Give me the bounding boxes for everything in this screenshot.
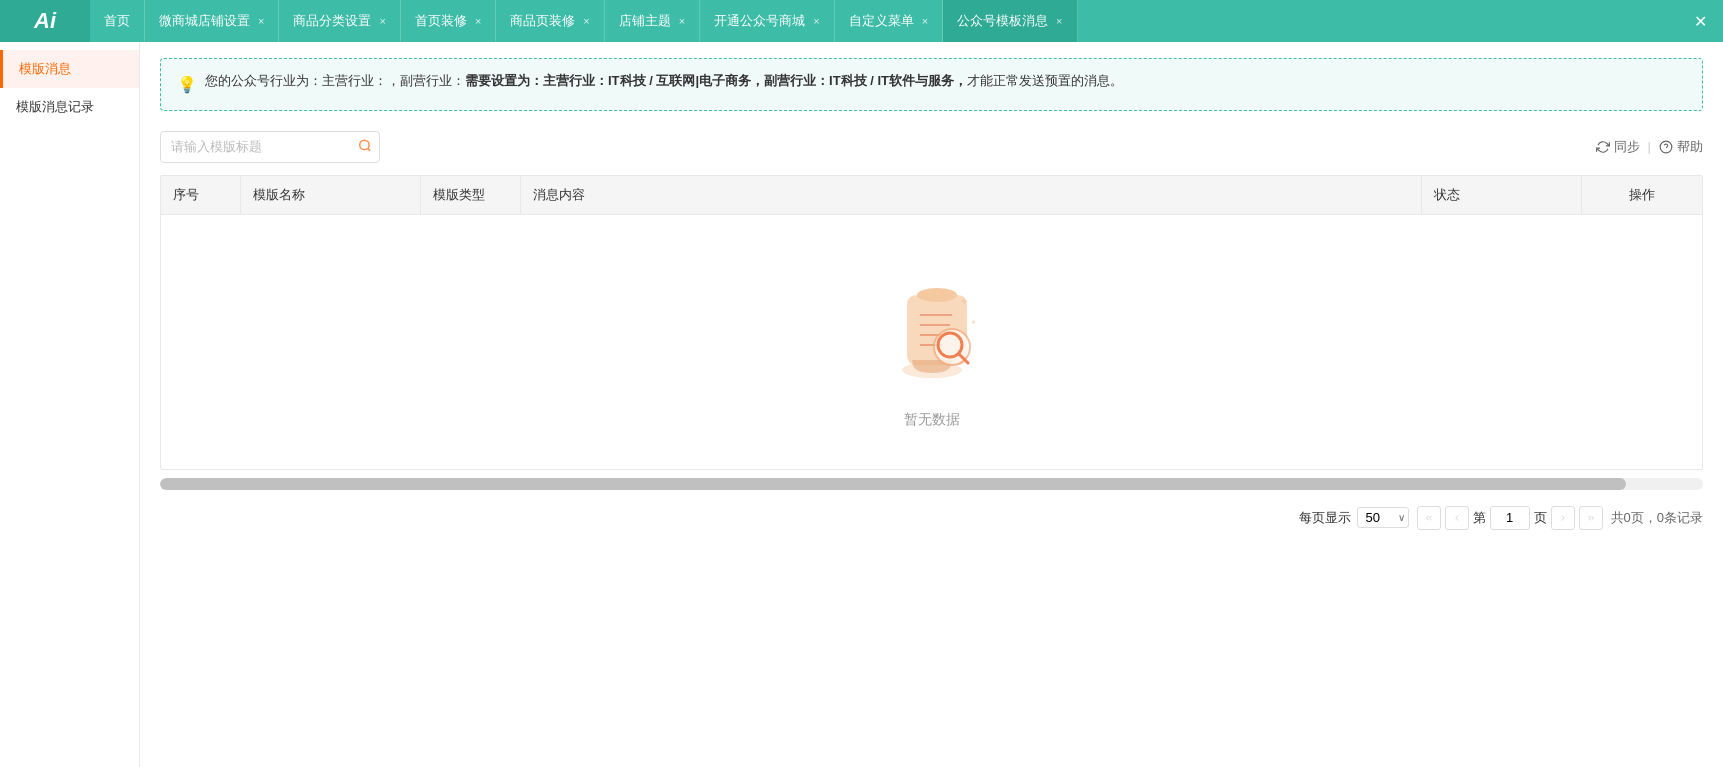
scrollbar-thumb	[160, 478, 1626, 490]
nav-tab-shop-theme[interactable]: 店铺主题 ×	[605, 0, 700, 42]
nav-tab-home-label: 首页	[104, 12, 130, 30]
nav-tab-homepage-decor-close[interactable]: ×	[475, 15, 481, 27]
nav-tab-open-wechat-shop[interactable]: 开通公众号商城 ×	[700, 0, 834, 42]
svg-line-1	[368, 148, 371, 151]
next-page-button[interactable]	[1551, 506, 1575, 530]
empty-state: ✦ ✦ 暂无数据	[161, 215, 1702, 469]
help-icon	[1659, 140, 1673, 154]
page-size-select[interactable]: 10 20 50 100	[1357, 507, 1409, 528]
nav-tab-homepage-decor[interactable]: 首页装修 ×	[401, 0, 496, 42]
notice-icon: 💡	[177, 72, 197, 98]
app-logo: Ai	[0, 0, 90, 42]
search-left	[160, 131, 380, 163]
last-page-button[interactable]	[1579, 506, 1603, 530]
nav-tab-open-wechat-shop-close[interactable]: ×	[813, 15, 819, 27]
main-layout: 模版消息 模版消息记录 💡 您的公众号行业为：主营行业：，副营行业：需要设置为：…	[0, 42, 1723, 767]
nav-tab-open-wechat-shop-label: 开通公众号商城	[714, 12, 805, 30]
empty-text: 暂无数据	[904, 411, 960, 429]
sync-button[interactable]: 同步	[1596, 138, 1640, 156]
nav-tab-homepage-decor-label: 首页装修	[415, 12, 467, 30]
nav-tab-template-msg-close[interactable]: ×	[1056, 15, 1062, 27]
nav-tab-custom-menu-close[interactable]: ×	[922, 15, 928, 27]
page-label-post: 页	[1534, 509, 1547, 527]
svg-point-5	[917, 288, 957, 302]
nav-tab-weishop-settings[interactable]: 微商城店铺设置 ×	[145, 0, 279, 42]
table-header-type: 模版类型	[421, 176, 521, 214]
page-size-select-wrap: 10 20 50 100 ∨	[1357, 507, 1409, 528]
nav-tab-template-msg[interactable]: 公众号模板消息 ×	[943, 0, 1077, 42]
svg-point-0	[360, 140, 369, 149]
notice-text: 您的公众号行业为：主营行业：，副营行业：需要设置为：主营行业：IT科技 / 互联…	[205, 71, 1123, 92]
table-header-action: 操作	[1582, 176, 1702, 214]
nav-tab-template-msg-label: 公众号模板消息	[957, 12, 1048, 30]
prev-page-button[interactable]	[1445, 506, 1469, 530]
data-table: 序号 模版名称 模版类型 消息内容 状态 操作	[160, 175, 1703, 470]
table-header-content: 消息内容	[521, 176, 1422, 214]
divider: |	[1648, 139, 1651, 154]
nav-tab-category-settings-label: 商品分类设置	[293, 12, 371, 30]
horizontal-scrollbar[interactable]	[160, 478, 1703, 490]
sidebar-item-template-msg[interactable]: 模版消息	[0, 50, 139, 88]
svg-text:✦: ✦	[960, 296, 968, 307]
table-header-name: 模版名称	[241, 176, 421, 214]
sidebar-item-template-msg-label: 模版消息	[19, 61, 71, 76]
search-button[interactable]	[358, 138, 372, 155]
nav-tab-product-decor-label: 商品页装修	[510, 12, 575, 30]
search-bar: 同步 | 帮助	[160, 131, 1703, 163]
table-header-seq: 序号	[161, 176, 241, 214]
notice-text-suffix: 才能正常发送预置的消息。	[967, 73, 1123, 88]
sync-icon	[1596, 140, 1610, 154]
search-input-wrap	[160, 131, 380, 163]
top-nav-bar: Ai 首页 微商城店铺设置 × 商品分类设置 × 首页装修 × 商品页装修 × …	[0, 0, 1723, 42]
page-navigation: 第 页	[1417, 506, 1603, 530]
close-all-button[interactable]: ✕	[1678, 12, 1723, 31]
help-label: 帮助	[1677, 138, 1703, 156]
nav-tab-shop-theme-close[interactable]: ×	[679, 15, 685, 27]
svg-text:✦: ✦	[970, 318, 977, 327]
nav-tab-custom-menu[interactable]: 自定义菜单 ×	[835, 0, 943, 42]
first-page-button[interactable]	[1417, 506, 1441, 530]
page-label-pre: 第	[1473, 509, 1486, 527]
nav-tab-weishop-settings-label: 微商城店铺设置	[159, 12, 250, 30]
content-area: 💡 您的公众号行业为：主营行业：，副营行业：需要设置为：主营行业：IT科技 / …	[140, 42, 1723, 767]
page-number-input[interactable]	[1490, 506, 1530, 530]
sync-label: 同步	[1614, 138, 1640, 156]
empty-illustration: ✦ ✦	[872, 275, 992, 395]
total-info: 共0页，0条记录	[1611, 509, 1703, 527]
page-size-wrap: 每页显示 10 20 50 100 ∨	[1299, 507, 1409, 528]
sidebar-item-template-msg-records-label: 模版消息记录	[16, 99, 94, 114]
nav-tab-category-settings[interactable]: 商品分类设置 ×	[279, 0, 400, 42]
nav-tab-home[interactable]: 首页	[90, 0, 145, 42]
nav-tab-custom-menu-label: 自定义菜单	[849, 12, 914, 30]
table-header-status: 状态	[1422, 176, 1582, 214]
help-button[interactable]: 帮助	[1659, 138, 1703, 156]
nav-tab-product-decor-close[interactable]: ×	[583, 15, 589, 27]
nav-tab-shop-theme-label: 店铺主题	[619, 12, 671, 30]
nav-tab-product-decor[interactable]: 商品页装修 ×	[496, 0, 604, 42]
notice-text-prefix: 您的公众号行业为：主营行业：，副营行业：	[205, 73, 465, 88]
nav-tab-weishop-settings-close[interactable]: ×	[258, 15, 264, 27]
nav-tab-category-settings-close[interactable]: ×	[379, 15, 385, 27]
sidebar-item-template-msg-records[interactable]: 模版消息记录	[0, 88, 139, 126]
page-size-label: 每页显示	[1299, 509, 1351, 527]
notice-box: 💡 您的公众号行业为：主营行业：，副营行业：需要设置为：主营行业：IT科技 / …	[160, 58, 1703, 111]
search-right: 同步 | 帮助	[1596, 138, 1703, 156]
table-header: 序号 模版名称 模版类型 消息内容 状态 操作	[161, 176, 1702, 215]
sidebar: 模版消息 模版消息记录	[0, 42, 140, 767]
pagination: 每页显示 10 20 50 100 ∨	[160, 498, 1703, 538]
search-input[interactable]	[160, 131, 380, 163]
notice-highlight: 需要设置为：主营行业：IT科技 / 互联网|电子商务，副营行业：IT科技 / I…	[465, 73, 967, 88]
